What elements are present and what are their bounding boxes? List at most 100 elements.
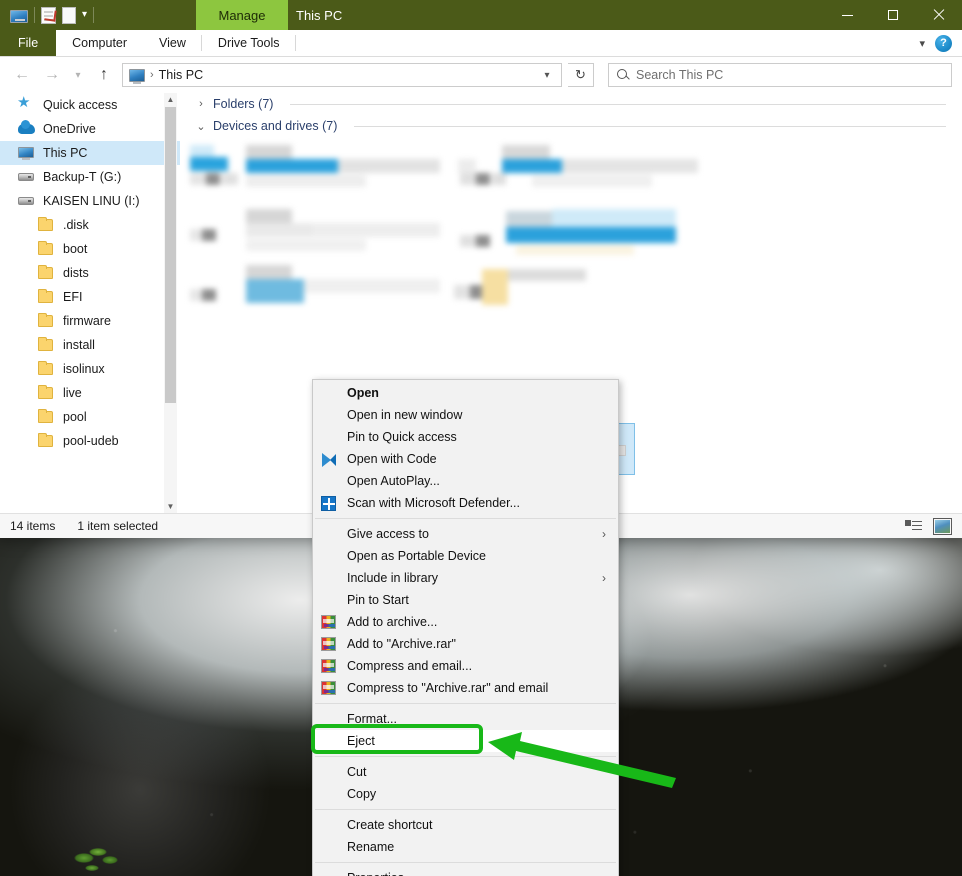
menu-icon-placeholder xyxy=(321,548,339,564)
menu-icon-placeholder xyxy=(321,473,339,489)
sidebar-item-kaisen-linu-i[interactable]: KAISEN LINU (I:) xyxy=(0,189,180,213)
group-rule xyxy=(354,125,946,127)
menu-item-label: Scan with Microsoft Defender... xyxy=(347,496,520,510)
sidebar-item-onedrive[interactable]: OneDrive xyxy=(0,117,180,141)
search-input[interactable]: Search This PC xyxy=(636,68,723,82)
address-bar[interactable]: › This PC ▾ xyxy=(122,63,562,87)
folder-icon xyxy=(38,409,55,425)
new-folder-icon[interactable] xyxy=(62,6,76,24)
menu-item-label: Create shortcut xyxy=(347,818,433,832)
sidebar-item-efi[interactable]: EFI xyxy=(0,285,180,309)
menu-item-give-access-to[interactable]: Give access to › xyxy=(313,523,618,545)
view-mode-buttons xyxy=(904,517,952,535)
refresh-button[interactable]: ↻ xyxy=(568,63,594,87)
menu-item-open-with-code[interactable]: Open with Code xyxy=(313,448,618,470)
menu-item-open-autoplay[interactable]: Open AutoPlay... xyxy=(313,470,618,492)
toolbar-divider xyxy=(93,7,95,23)
vscode-icon xyxy=(321,451,339,467)
breadcrumb-current[interactable]: This PC xyxy=(159,68,203,82)
menu-item-add-to-archive[interactable]: Add to archive... xyxy=(313,611,618,633)
sidebar-item-pool[interactable]: pool xyxy=(0,405,180,429)
menu-item-open-in-new-window[interactable]: Open in new window xyxy=(313,404,618,426)
menu-item-compress-to-archive-rar-and-email[interactable]: Compress to "Archive.rar" and email xyxy=(313,677,618,699)
star-icon xyxy=(18,97,35,113)
sidebar-item-pool-udeb[interactable]: pool-udeb xyxy=(0,429,180,453)
menu-item-properties[interactable]: Properties xyxy=(313,867,618,876)
sidebar-item-backup-t-g[interactable]: Backup-T (G:) xyxy=(0,165,180,189)
menu-item-open-as-portable-device[interactable]: Open as Portable Device xyxy=(313,545,618,567)
menu-icon-placeholder xyxy=(321,786,339,802)
search-box[interactable]: Search This PC xyxy=(608,63,952,87)
tab-file-label: File xyxy=(18,36,39,50)
winrar-icon xyxy=(321,658,339,674)
sidebar-item-live[interactable]: live xyxy=(0,381,180,405)
sidebar-item-boot[interactable]: boot xyxy=(0,237,180,261)
menu-item-open[interactable]: Open xyxy=(313,382,618,404)
navigation-scrollbar[interactable]: ▲ ▼ xyxy=(164,93,177,513)
recent-locations-button[interactable]: ▾ xyxy=(70,63,86,87)
sidebar-item-isolinux[interactable]: isolinux xyxy=(0,357,180,381)
group-header-folders[interactable]: › Folders (7) xyxy=(180,93,962,115)
up-button[interactable]: ↑ xyxy=(92,63,116,87)
ribbon-tabs: File Computer View Drive Tools xyxy=(0,30,296,56)
folder-icon xyxy=(38,313,55,329)
group-header-devices[interactable]: ⌄ Devices and drives (7) xyxy=(180,115,962,137)
selection-count: 1 item selected xyxy=(77,519,159,533)
menu-item-label: Open in new window xyxy=(347,408,463,422)
window-controls xyxy=(824,0,962,30)
menu-item-cut[interactable]: Cut xyxy=(313,761,618,783)
tab-computer[interactable]: Computer xyxy=(56,30,143,56)
sidebar-item-label: dists xyxy=(63,266,89,280)
search-icon xyxy=(617,69,629,81)
menu-item-compress-and-email[interactable]: Compress and email... xyxy=(313,655,618,677)
sidebar-item-firmware[interactable]: firmware xyxy=(0,309,180,333)
scroll-up-icon[interactable]: ▲ xyxy=(164,93,177,106)
menu-item-label: Pin to Quick access xyxy=(347,430,457,444)
folder-icon xyxy=(38,433,55,449)
maximize-button[interactable] xyxy=(870,0,916,30)
minimize-button[interactable] xyxy=(824,0,870,30)
help-icon[interactable]: ? xyxy=(935,34,952,52)
menu-icon-placeholder xyxy=(321,764,339,780)
sidebar-item-dists[interactable]: dists xyxy=(0,261,180,285)
properties-icon[interactable] xyxy=(41,6,56,24)
forward-button[interactable]: → xyxy=(40,63,64,87)
menu-item-create-shortcut[interactable]: Create shortcut xyxy=(313,814,618,836)
sidebar-item-install[interactable]: install xyxy=(0,333,180,357)
sidebar-item-disk[interactable]: .disk xyxy=(0,213,180,237)
tab-view[interactable]: View xyxy=(143,30,202,56)
sidebar-item-label: pool xyxy=(63,410,87,424)
sidebar-item-label: KAISEN LINU (I:) xyxy=(43,194,140,208)
tab-file[interactable]: File xyxy=(0,30,57,56)
toolbar-divider xyxy=(34,7,35,23)
menu-icon-placeholder xyxy=(321,711,339,727)
address-dropdown-icon[interactable]: ▾ xyxy=(537,70,557,81)
this-pc-icon[interactable] xyxy=(10,9,28,23)
window-title-text: This PC xyxy=(296,7,343,23)
menu-item-copy[interactable]: Copy xyxy=(313,783,618,805)
large-icons-view-button[interactable] xyxy=(933,517,952,535)
menu-item-include-in-library[interactable]: Include in library › xyxy=(313,567,618,589)
menu-item-add-to-archive-rar[interactable]: Add to "Archive.rar" xyxy=(313,633,618,655)
menu-item-scan-with-microsoft-defender[interactable]: Scan with Microsoft Defender... xyxy=(313,492,618,514)
menu-item-format[interactable]: Format... xyxy=(313,708,618,730)
customize-caret-icon[interactable]: ▾ xyxy=(82,10,87,20)
menu-item-rename[interactable]: Rename xyxy=(313,836,618,858)
sidebar-item-label: firmware xyxy=(63,314,111,328)
help-label: ? xyxy=(940,37,947,49)
scroll-down-icon[interactable]: ▼ xyxy=(164,500,177,513)
menu-item-eject[interactable]: Eject xyxy=(313,730,618,752)
close-button[interactable] xyxy=(916,0,962,30)
sidebar-item-quick-access[interactable]: Quick access xyxy=(0,93,180,117)
contextual-tab-manage[interactable]: Manage xyxy=(196,0,288,30)
scrollbar-thumb[interactable] xyxy=(165,107,176,403)
tab-drive-tools[interactable]: Drive Tools xyxy=(202,30,296,56)
menu-item-pin-to-start[interactable]: Pin to Start xyxy=(313,589,618,611)
menu-item-label: Include in library xyxy=(347,571,439,585)
sidebar-item-this-pc[interactable]: This PC xyxy=(0,141,180,165)
details-view-button[interactable] xyxy=(904,518,923,535)
back-button[interactable]: ← xyxy=(10,63,34,87)
menu-item-pin-to-quick-access[interactable]: Pin to Quick access xyxy=(313,426,618,448)
chevron-down-icon[interactable]: ▾ xyxy=(919,37,925,50)
menu-item-label: Compress and email... xyxy=(347,659,473,673)
